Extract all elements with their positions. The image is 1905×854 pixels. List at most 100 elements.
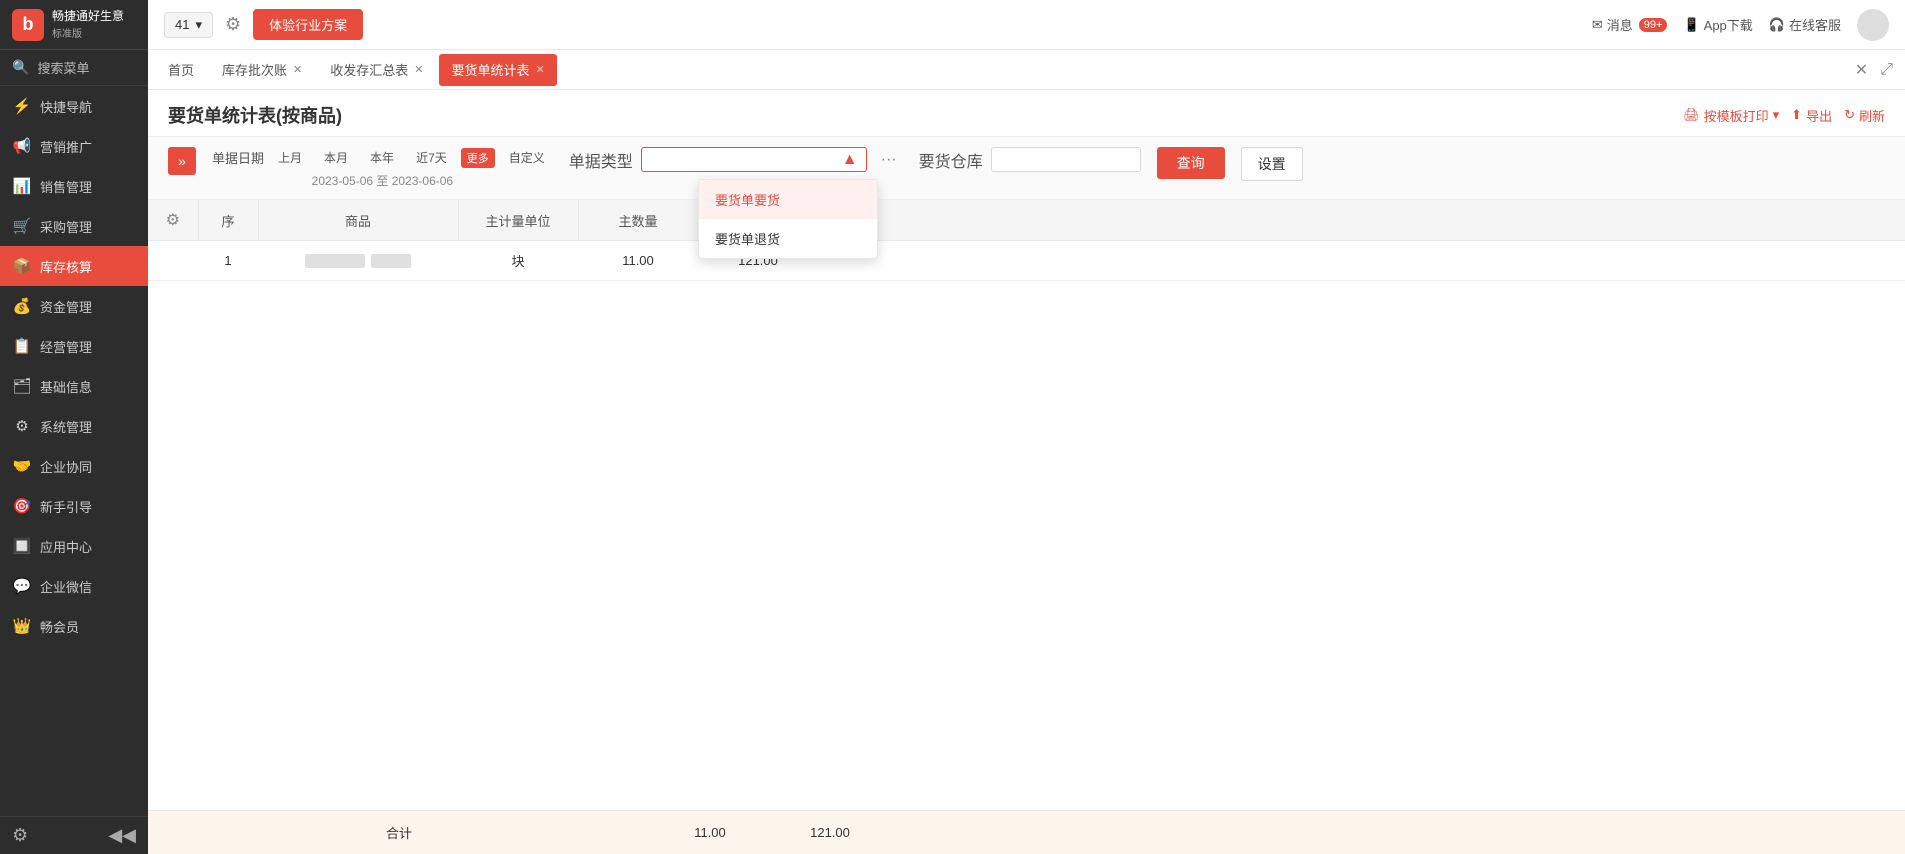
sidebar-item-sales[interactable]: 📊 销售管理 — [0, 166, 148, 206]
tab-inventory-batch[interactable]: 库存批次账 ✕ — [210, 54, 314, 86]
settings-button[interactable]: 设置 — [1241, 147, 1303, 181]
sidebar-item-purchase[interactable]: 🛒 采购管理 — [0, 206, 148, 246]
export-action[interactable]: ⬆ 导出 — [1791, 106, 1832, 125]
row-num-cell: 1 — [198, 241, 258, 281]
date-btn-this-month[interactable]: 本月 — [316, 147, 356, 168]
warehouse-input[interactable] — [991, 147, 1141, 172]
product-placeholder — [270, 254, 446, 268]
doc-type-select-wrapper: ▲ — [641, 147, 867, 172]
tab-receivable[interactable]: 收发存汇总表 ✕ — [318, 54, 435, 86]
online-service-item[interactable]: 🎧 在线客服 — [1769, 15, 1841, 34]
header-gear-icon[interactable]: ⚙ — [225, 14, 241, 35]
table-footer: 合计 11.00 121.00 — [148, 810, 1905, 854]
footer-amount-value: 121.00 — [770, 825, 890, 840]
table-header-row: ⚙ 序 商品 主计量单位 主数量 零售金额 — [148, 200, 1905, 241]
select-dots[interactable]: ··· — [875, 151, 903, 169]
date-range-display: 2023-05-06 至 2023-06-06 — [312, 172, 453, 189]
sidebar-item-label: 经营管理 — [40, 337, 92, 356]
page-content: 要货单统计表(按商品) 🖨 按模板打印 ▾ ⬆ 导出 ↻ 刷新 » — [148, 90, 1905, 854]
table-container: ⚙ 序 商品 主计量单位 主数量 零售金额 1 — [148, 200, 1905, 810]
store-selector[interactable]: 41 ▾ — [164, 12, 213, 38]
top-header: 41 ▾ ⚙ 体验行业方案 ✉ 消息 99+ 📱 App下载 🎧 在线客服 — [148, 0, 1905, 50]
tab-home-label: 首页 — [168, 60, 194, 79]
sidebar-search[interactable]: 🔍 搜索菜单 — [0, 50, 148, 86]
page-actions: 🖨 按模板打印 ▾ ⬆ 导出 ↻ 刷新 — [1683, 106, 1885, 125]
print-icon: 🖨 — [1683, 107, 1700, 123]
export-icon: ⬆ — [1791, 107, 1802, 123]
col-header-product: 商品 — [258, 200, 458, 241]
member-icon: 👑 — [12, 616, 32, 636]
tab-expand-icon[interactable]: ⤢ — [1876, 59, 1897, 81]
operation-icon: 📋 — [12, 336, 32, 356]
quick-nav-icon: ⚡ — [12, 96, 32, 116]
dropdown-arrow: ▾ — [1773, 107, 1780, 123]
row-qty-cell: 11.00 — [578, 241, 698, 281]
dropdown-item-delivery[interactable]: 要货单要货 — [699, 180, 877, 219]
table-settings-icon[interactable]: ⚙ — [166, 212, 180, 229]
enterprise-icon: 🤝 — [12, 456, 32, 476]
tab-collapse-icon[interactable]: ✕ — [1851, 58, 1872, 82]
date-btn-recent-7days[interactable]: 近7天 — [408, 147, 455, 168]
tab-home[interactable]: 首页 — [156, 54, 206, 86]
refresh-label: 刷新 — [1859, 106, 1885, 125]
tab-receivable-close[interactable]: ✕ — [414, 63, 423, 76]
col-header-unit: 主计量单位 — [458, 200, 578, 241]
sidebar-item-label: 企业微信 — [40, 577, 92, 596]
col-header-extra — [818, 200, 1905, 241]
sidebar-item-label: 营销推广 — [40, 137, 92, 156]
settings-icon[interactable]: ⚙ — [12, 825, 28, 846]
app-subtitle: 标准版 — [52, 25, 124, 40]
guide-icon: 🎯 — [12, 496, 32, 516]
filter-bar: » 单据日期 上月 本月 本年 近7天 更多 自定义 2023-05-06 至 … — [148, 137, 1905, 200]
tab-end-btns: ✕ ⤢ — [1851, 58, 1897, 82]
sidebar-item-member[interactable]: 👑 畅会员 — [0, 606, 148, 646]
filter-toggle-button[interactable]: » — [168, 147, 196, 175]
messages-item[interactable]: ✉ 消息 99+ — [1592, 15, 1668, 34]
date-btn-custom[interactable]: 自定义 — [501, 147, 553, 168]
sidebar-item-inventory[interactable]: 📦 库存核算 — [0, 246, 148, 286]
trial-button[interactable]: 体验行业方案 — [253, 9, 363, 40]
sidebar-item-system[interactable]: ⚙ 系统管理 — [0, 406, 148, 446]
more-date-button[interactable]: 更多 — [461, 148, 495, 168]
sidebar-item-operation[interactable]: 📋 经营管理 — [0, 326, 148, 366]
sidebar-item-label: 应用中心 — [40, 537, 92, 556]
sidebar-item-label: 基础信息 — [40, 377, 92, 396]
refresh-action[interactable]: ↻ 刷新 — [1844, 106, 1885, 125]
sidebar-item-label: 库存核算 — [40, 257, 92, 276]
refresh-icon: ↻ — [1844, 107, 1855, 123]
query-button[interactable]: 查询 — [1157, 147, 1225, 179]
date-btn-last-month[interactable]: 上月 — [270, 147, 310, 168]
sidebar-item-marketing[interactable]: 📢 营销推广 — [0, 126, 148, 166]
data-table: ⚙ 序 商品 主计量单位 主数量 零售金额 1 — [148, 200, 1905, 281]
sidebar-item-label: 系统管理 — [40, 417, 92, 436]
print-template-action[interactable]: 🖨 按模板打印 ▾ — [1683, 106, 1779, 125]
app-download-item[interactable]: 📱 App下载 — [1683, 15, 1752, 34]
select-arrow-icon[interactable]: ▲ — [834, 151, 866, 169]
footer-total-label: 合计 — [268, 823, 530, 842]
tab-inventory-batch-close[interactable]: ✕ — [293, 63, 302, 76]
header-right: ✉ 消息 99+ 📱 App下载 🎧 在线客服 — [1592, 9, 1889, 41]
app-title: 畅捷通好生意 — [52, 9, 124, 25]
sidebar-item-finance[interactable]: 💰 资金管理 — [0, 286, 148, 326]
sidebar-item-enterprise[interactable]: 🤝 企业协同 — [0, 446, 148, 486]
sidebar-item-wechat[interactable]: 💬 企业微信 — [0, 566, 148, 606]
collapse-icon[interactable]: ◀◀ — [108, 825, 136, 846]
sidebar-item-guide[interactable]: 🎯 新手引导 — [0, 486, 148, 526]
tab-order-stats[interactable]: 要货单统计表 ✕ — [439, 54, 556, 86]
sidebar-logo: b 畅捷通好生意 标准版 — [0, 0, 148, 50]
tab-order-stats-close[interactable]: ✕ — [536, 63, 545, 76]
app-download-label: App下载 — [1704, 15, 1753, 34]
doc-type-dropdown: 要货单要货 要货单退货 — [698, 179, 878, 259]
sidebar-item-app-center[interactable]: 🔲 应用中心 — [0, 526, 148, 566]
sidebar-item-quick-nav[interactable]: ⚡ 快捷导航 — [0, 86, 148, 126]
avatar[interactable] — [1857, 9, 1889, 41]
page-header: 要货单统计表(按商品) 🖨 按模板打印 ▾ ⬆ 导出 ↻ 刷新 — [148, 90, 1905, 137]
footer-qty-value: 11.00 — [650, 825, 770, 840]
marketing-icon: 📢 — [12, 136, 32, 156]
date-btn-this-year[interactable]: 本年 — [362, 147, 402, 168]
doc-type-input[interactable] — [642, 148, 834, 171]
dropdown-item-return[interactable]: 要货单退货 — [699, 219, 877, 258]
sidebar-item-label: 企业协同 — [40, 457, 92, 476]
sidebar-item-basic[interactable]: 🗂 基础信息 — [0, 366, 148, 406]
header-left: 41 ▾ ⚙ 体验行业方案 — [164, 9, 363, 40]
